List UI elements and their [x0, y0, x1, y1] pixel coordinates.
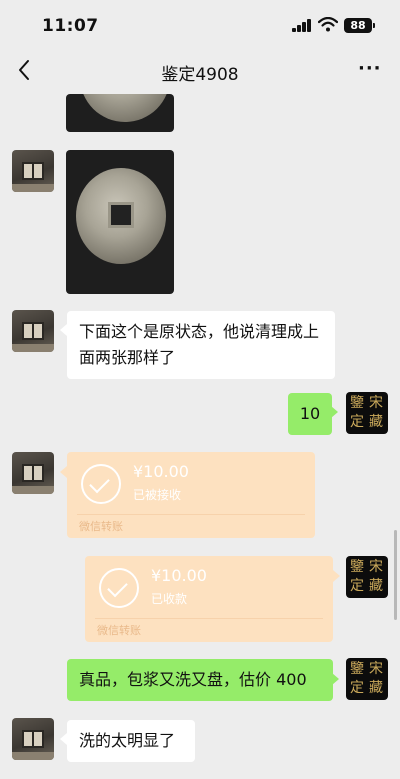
- bubble-tail: [60, 466, 67, 478]
- message-bubble[interactable]: 10: [288, 393, 332, 435]
- transfer-amount: ¥10.00: [151, 566, 207, 585]
- transfer-label: 微信转账: [97, 624, 141, 637]
- check-circle-icon: [99, 568, 139, 608]
- message-bubble[interactable]: 洗的太明显了: [67, 720, 195, 762]
- check-circle-icon: [81, 464, 121, 504]
- chat-title: 鉴定4908: [161, 65, 239, 85]
- more-options-icon[interactable]: ···: [358, 60, 382, 78]
- message-text: 10: [299, 404, 321, 423]
- my-avatar[interactable]: 鑒宋 定藏: [346, 392, 388, 434]
- battery-tip: [373, 23, 375, 28]
- transfer-card[interactable]: ¥10.00 已被接收 微信转账: [67, 452, 315, 538]
- bubble-tail: [332, 673, 339, 685]
- bubble-tail: [331, 406, 338, 418]
- chat-header: 鉴定4908 ···: [0, 48, 400, 94]
- divider: [95, 618, 323, 619]
- message-text: 洗的太明显了: [79, 731, 176, 750]
- message-bubble[interactable]: 下面这个是原状态，他说清理成上面两张那样了: [67, 311, 335, 379]
- sender-avatar[interactable]: [12, 452, 54, 494]
- transfer-status: 已收款: [151, 592, 188, 606]
- sender-avatar[interactable]: [12, 718, 54, 760]
- wifi-icon: [318, 17, 338, 32]
- sender-avatar[interactable]: [12, 310, 54, 352]
- transfer-status: 已被接收: [133, 488, 182, 502]
- transfer-label: 微信转账: [79, 520, 123, 533]
- divider: [77, 514, 305, 515]
- message-text: 下面这个是原状态，他说清理成上面两张那样了: [79, 322, 320, 367]
- my-avatar[interactable]: 鑒宋 定藏: [346, 658, 388, 700]
- battery-icon: 88: [344, 18, 372, 33]
- coin-photo-cropped[interactable]: [66, 94, 174, 132]
- status-time: 11:07: [42, 16, 99, 36]
- transfer-amount: ¥10.00: [133, 462, 189, 481]
- coin-photo[interactable]: [66, 150, 174, 294]
- sender-avatar[interactable]: [12, 150, 54, 192]
- status-bar: 11:07 88: [0, 0, 400, 48]
- bubble-tail: [60, 324, 67, 336]
- bubble-tail: [60, 733, 67, 745]
- message-text: 真品，包浆又洗又盘，估价 400: [79, 670, 307, 689]
- my-avatar[interactable]: 鑒宋 定藏: [346, 556, 388, 598]
- scrollbar[interactable]: [394, 530, 397, 620]
- message-bubble[interactable]: 真品，包浆又洗又盘，估价 400: [67, 659, 333, 701]
- bubble-tail: [333, 570, 340, 582]
- cellular-signal-icon: [292, 19, 312, 32]
- transfer-card[interactable]: ¥10.00 已收款 微信转账: [85, 556, 333, 642]
